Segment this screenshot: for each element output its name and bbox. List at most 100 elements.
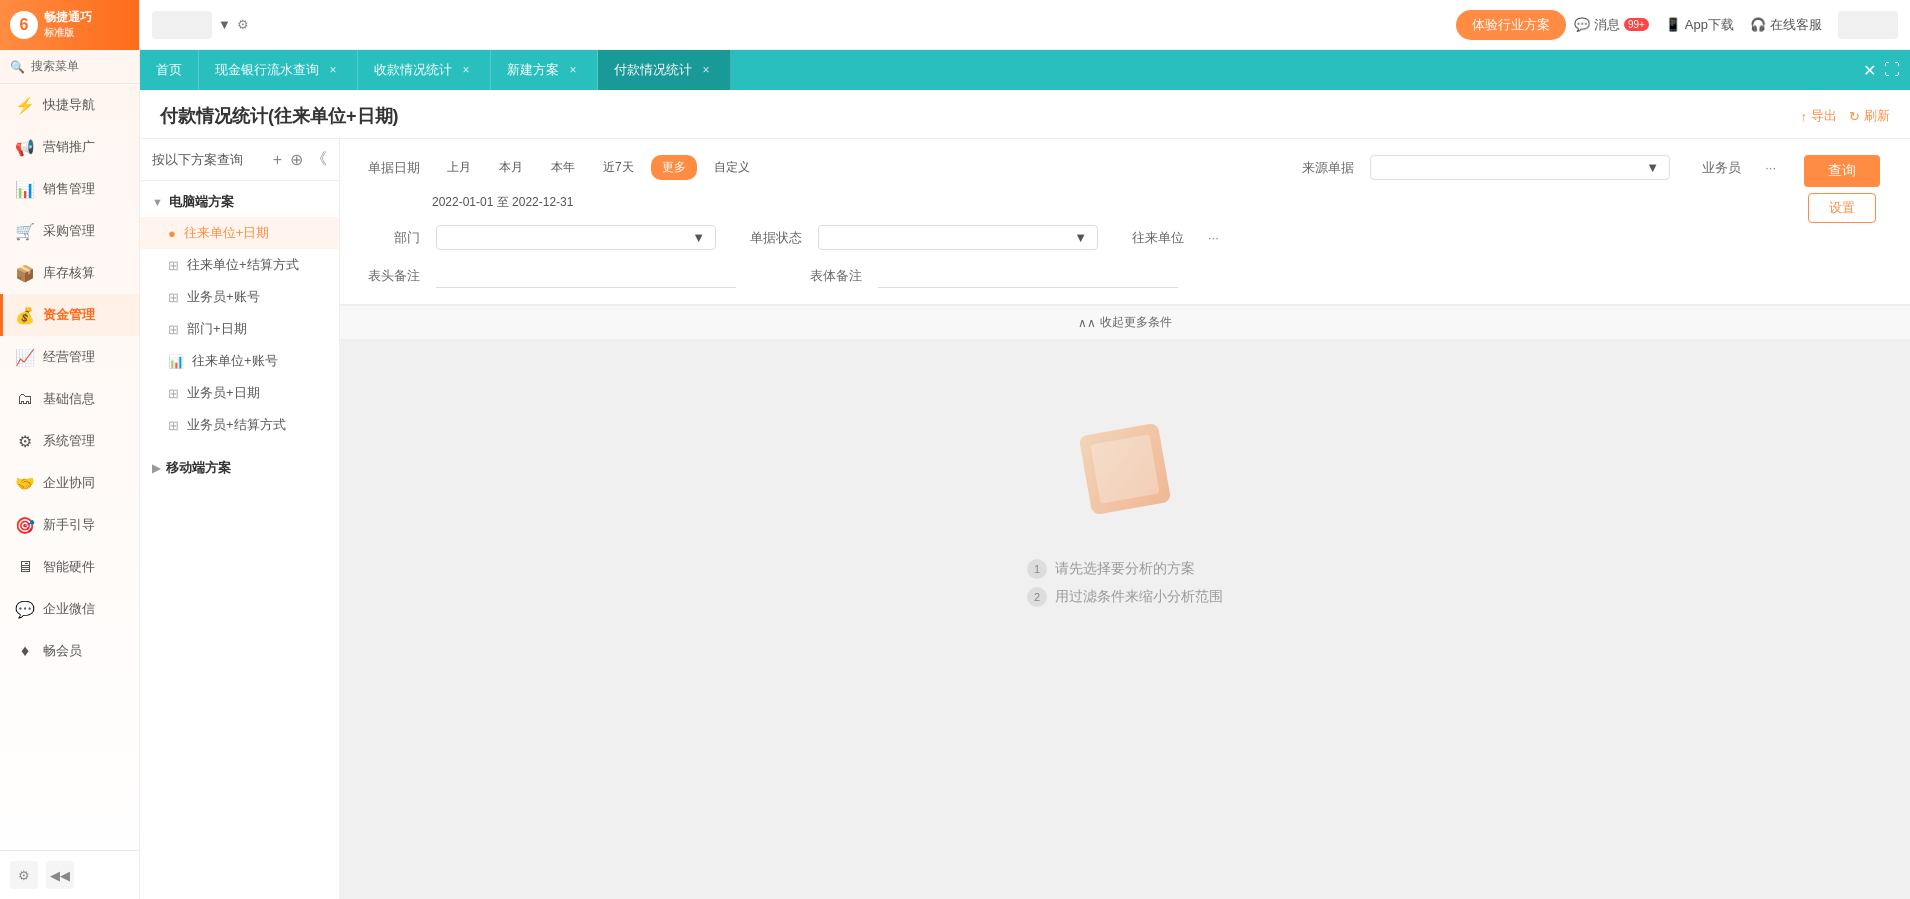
wechat-icon: 💬 bbox=[15, 599, 35, 619]
scheme-item-salesman-settlement[interactable]: ⊞ 业务员+结算方式 bbox=[140, 409, 339, 441]
scheme-sidebar-title: 按以下方案查询 bbox=[152, 151, 243, 169]
collapse-sidebar-icon[interactable]: ◀◀ bbox=[46, 861, 74, 889]
sidebar-item-label: 畅会员 bbox=[43, 642, 82, 660]
tab-home-label: 首页 bbox=[156, 61, 182, 79]
source-doc-select[interactable]: ▼ bbox=[1370, 155, 1670, 180]
date-opt-7days[interactable]: 近7天 bbox=[592, 155, 645, 180]
sidebar-item-label: 营销推广 bbox=[43, 138, 95, 156]
scheme-grid-icon: ⊞ bbox=[168, 418, 179, 433]
purchase-icon: 🛒 bbox=[15, 221, 35, 241]
body-note-input[interactable] bbox=[878, 264, 1178, 288]
export-label: 导出 bbox=[1811, 107, 1837, 125]
collapse-more-label: 收起更多条件 bbox=[1100, 314, 1172, 331]
scheme-item-salesman-date[interactable]: ⊞ 业务员+日期 bbox=[140, 377, 339, 409]
sidebar-item-capital[interactable]: 💰 资金管理 bbox=[0, 294, 139, 336]
maximize-icon[interactable]: ⛶ bbox=[1884, 61, 1900, 79]
scheme-group-mobile-header[interactable]: ▶ 移动端方案 bbox=[140, 453, 339, 483]
date-opt-custom[interactable]: 自定义 bbox=[703, 155, 761, 180]
sidebar-logo: 6 畅捷通巧 标准版 bbox=[0, 0, 139, 50]
app-download-action[interactable]: 📱 App下载 bbox=[1665, 16, 1734, 34]
tab-new-scheme-close[interactable]: × bbox=[565, 62, 581, 78]
scheme-item-dept-date[interactable]: ⊞ 部门+日期 bbox=[140, 313, 339, 345]
topbar-settings-icon[interactable]: ⚙ bbox=[237, 17, 249, 32]
sidebar-item-sales[interactable]: 📊 销售管理 bbox=[0, 168, 139, 210]
sidebar-item-collab[interactable]: 🤝 企业协同 bbox=[0, 462, 139, 504]
sidebar: 6 畅捷通巧 标准版 🔍 搜索菜单 ⚡ 快捷导航 📢 营销推广 📊 销售管理 🛒… bbox=[0, 0, 140, 899]
collab-icon: 🤝 bbox=[15, 473, 35, 493]
sales-icon: 📊 bbox=[15, 179, 35, 199]
scheme-settings-icon[interactable]: ⊕ bbox=[290, 150, 303, 169]
export-button[interactable]: ↑ 导出 bbox=[1801, 107, 1838, 125]
tab-payment-stats-close[interactable]: × bbox=[698, 62, 714, 78]
tab-home[interactable]: 首页 bbox=[140, 50, 199, 90]
vip-icon: ♦ bbox=[15, 641, 35, 661]
hardware-icon: 🖥 bbox=[15, 557, 35, 577]
sidebar-item-operations[interactable]: 📈 经营管理 bbox=[0, 336, 139, 378]
tab-receipt-stats-close[interactable]: × bbox=[458, 62, 474, 78]
user-avatar-placeholder bbox=[152, 11, 212, 39]
partner-label: 往来单位 bbox=[1114, 229, 1184, 247]
tab-cash-flow[interactable]: 现金银行流水查询 × bbox=[199, 50, 358, 90]
sidebar-search[interactable]: 🔍 搜索菜单 bbox=[0, 50, 139, 84]
doc-status-select[interactable]: ▼ bbox=[818, 225, 1098, 250]
sidebar-item-marketing[interactable]: 📢 营销推广 bbox=[0, 126, 139, 168]
sidebar-item-inventory[interactable]: 📦 库存核算 bbox=[0, 252, 139, 294]
tab-payment-stats[interactable]: 付款情况统计 × bbox=[598, 50, 731, 90]
partner-ellipsis[interactable]: ··· bbox=[1200, 226, 1227, 249]
salesman-ellipsis[interactable]: ··· bbox=[1757, 156, 1784, 179]
filter-row-date: 单据日期 上月 本月 本年 近7天 更多 自定义 bbox=[360, 155, 1784, 180]
sidebar-item-system[interactable]: ⚙ 系统管理 bbox=[0, 420, 139, 462]
sidebar-item-quick-nav[interactable]: ⚡ 快捷导航 bbox=[0, 84, 139, 126]
salesman-label: 业务员 bbox=[1686, 159, 1741, 177]
scheme-chart-icon: 📊 bbox=[168, 354, 184, 369]
step-1-text: 请先选择要分析的方案 bbox=[1055, 560, 1195, 578]
sidebar-item-hardware[interactable]: 🖥 智能硬件 bbox=[0, 546, 139, 588]
desktop-group-arrow: ▼ bbox=[152, 196, 163, 208]
scheme-item-label: 业务员+结算方式 bbox=[187, 416, 286, 434]
scheme-item-label: 往来单位+日期 bbox=[184, 224, 270, 242]
collapse-scheme-icon[interactable]: 《 bbox=[311, 149, 327, 170]
search-icon: 🔍 bbox=[10, 60, 25, 74]
tab-receipt-stats[interactable]: 收款情况统计 × bbox=[358, 50, 491, 90]
query-button[interactable]: 查询 bbox=[1804, 155, 1880, 187]
date-opt-last-month[interactable]: 上月 bbox=[436, 155, 482, 180]
sidebar-item-wechat[interactable]: 💬 企业微信 bbox=[0, 588, 139, 630]
system-icon: ⚙ bbox=[15, 431, 35, 451]
topbar-actions: 💬 消息 99+ 📱 App下载 🎧 在线客服 bbox=[1574, 11, 1898, 39]
empty-cube-shape bbox=[1079, 423, 1172, 516]
scheme-item-label: 业务员+账号 bbox=[187, 288, 260, 306]
dept-select[interactable]: ▼ bbox=[436, 225, 716, 250]
step-num-2: 2 bbox=[1027, 587, 1047, 607]
date-opt-this-month[interactable]: 本月 bbox=[488, 155, 534, 180]
tab-cash-flow-close[interactable]: × bbox=[325, 62, 341, 78]
sidebar-item-guide[interactable]: 🎯 新手引导 bbox=[0, 504, 139, 546]
refresh-button[interactable]: ↻ 刷新 bbox=[1849, 107, 1890, 125]
tab-new-scheme[interactable]: 新建方案 × bbox=[491, 50, 598, 90]
scheme-item-partner-date[interactable]: ● 往来单位+日期 bbox=[140, 217, 339, 249]
user-avatar[interactable] bbox=[1838, 11, 1898, 39]
add-scheme-icon[interactable]: + bbox=[273, 151, 282, 169]
dept-arrow: ▼ bbox=[692, 230, 705, 245]
header-note-input[interactable] bbox=[436, 264, 736, 288]
messages-action[interactable]: 💬 消息 99+ bbox=[1574, 16, 1649, 34]
online-service-action[interactable]: 🎧 在线客服 bbox=[1750, 16, 1822, 34]
date-opt-this-year[interactable]: 本年 bbox=[540, 155, 586, 180]
messages-badge: 99+ bbox=[1624, 18, 1649, 31]
scheme-group-mobile: ▶ 移动端方案 bbox=[140, 447, 339, 489]
close-all-tabs-icon[interactable]: ✕ bbox=[1863, 61, 1876, 80]
trial-button[interactable]: 体验行业方案 bbox=[1456, 10, 1566, 40]
scheme-item-partner-settlement[interactable]: ⊞ 往来单位+结算方式 bbox=[140, 249, 339, 281]
settings-bottom-icon[interactable]: ⚙ bbox=[10, 861, 38, 889]
collapse-more-button[interactable]: ∧∧ 收起更多条件 bbox=[340, 305, 1910, 339]
sidebar-item-purchase[interactable]: 🛒 采购管理 bbox=[0, 210, 139, 252]
date-opt-more[interactable]: 更多 bbox=[651, 155, 697, 180]
scheme-item-partner-account[interactable]: 📊 往来单位+账号 bbox=[140, 345, 339, 377]
sidebar-item-vip[interactable]: ♦ 畅会员 bbox=[0, 630, 139, 672]
service-icon: 🎧 bbox=[1750, 17, 1766, 32]
app-download-label: App下载 bbox=[1685, 16, 1734, 34]
sidebar-item-basic-info[interactable]: 🗂 基础信息 bbox=[0, 378, 139, 420]
empty-state-text: 1 请先选择要分析的方案 2 用过滤条件来缩小分析范围 bbox=[1027, 559, 1223, 607]
settings-button[interactable]: 设置 bbox=[1808, 193, 1876, 223]
scheme-item-salesman-account[interactable]: ⊞ 业务员+账号 bbox=[140, 281, 339, 313]
scheme-group-desktop-header[interactable]: ▼ 电脑端方案 bbox=[140, 187, 339, 217]
